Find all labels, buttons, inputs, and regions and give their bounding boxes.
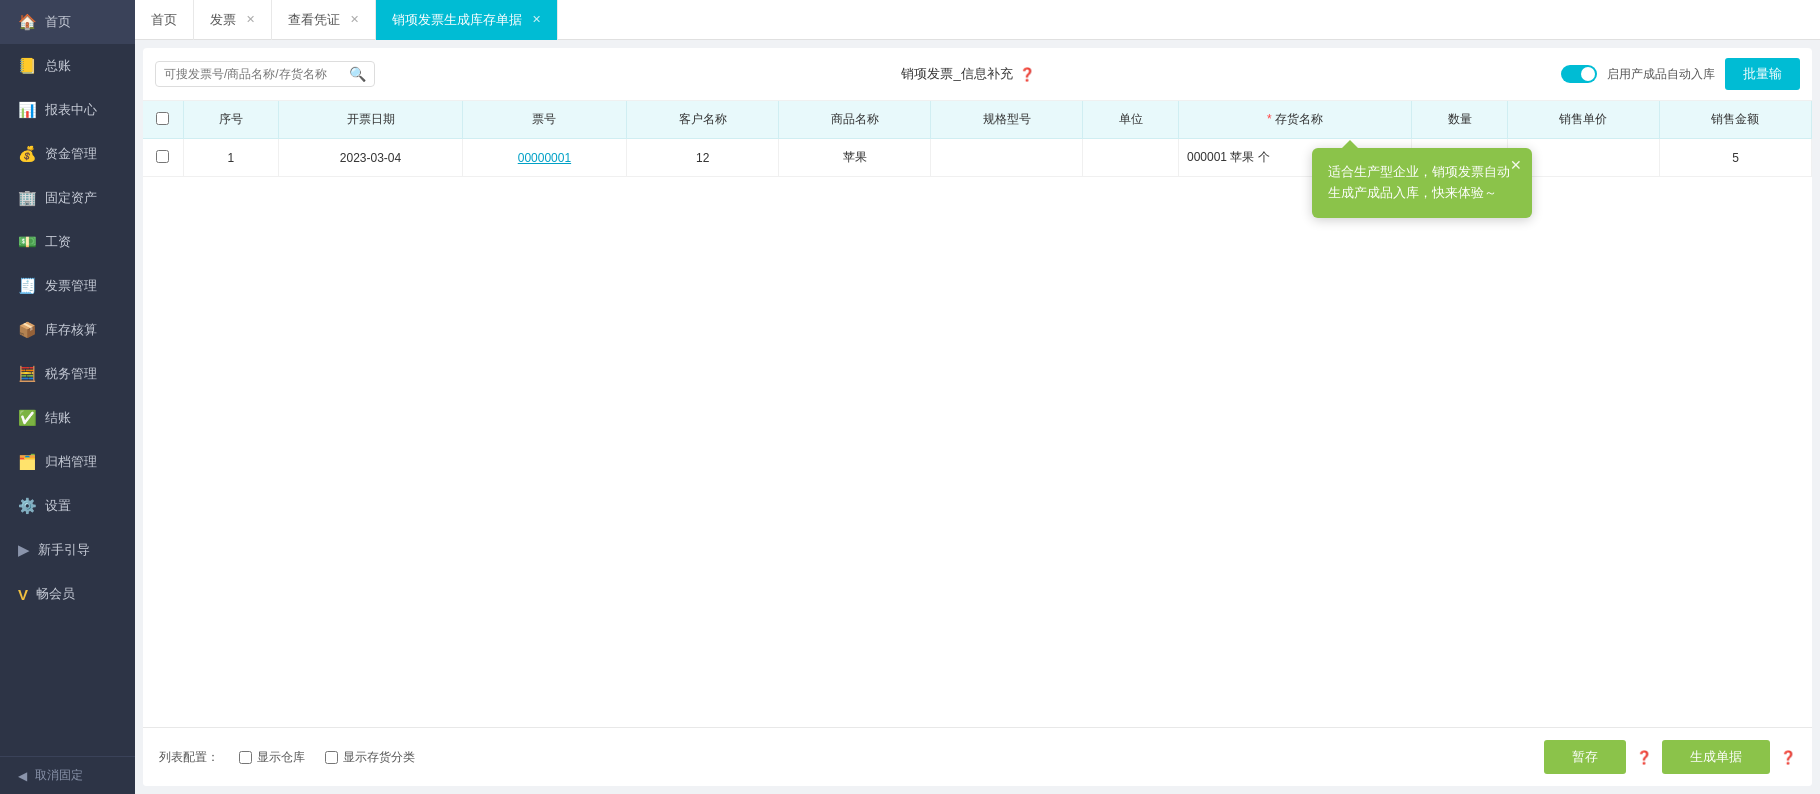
member-icon: V xyxy=(18,586,28,603)
guide-icon: ▶ xyxy=(18,541,30,559)
batch-button[interactable]: 批量输 xyxy=(1725,58,1800,90)
row-ticket-no[interactable]: 00000001 xyxy=(462,139,627,177)
info-label: 销项发票_信息补充 xyxy=(901,65,1012,83)
sidebar-item-tax[interactable]: 🧮 税务管理 xyxy=(0,352,135,396)
show-warehouse-label[interactable]: 显示仓库 xyxy=(239,749,305,766)
sidebar: 🏠 首页 📒 总账 📊 报表中心 💰 资金管理 🏢 固定资产 💵 工资 🧾 发票… xyxy=(0,0,135,794)
row-product: 苹果 xyxy=(779,139,931,177)
sidebar-item-assets[interactable]: 🏢 固定资产 xyxy=(0,176,135,220)
sidebar-item-invoice[interactable]: 🧾 发票管理 xyxy=(0,264,135,308)
ledger-icon: 📒 xyxy=(18,57,37,75)
header-date: 开票日期 xyxy=(279,101,462,139)
sidebar-item-reports[interactable]: 📊 报表中心 xyxy=(0,88,135,132)
assets-icon: 🏢 xyxy=(18,189,37,207)
show-category-checkbox[interactable] xyxy=(325,751,338,764)
main-area: 首页 发票 ✕ 查看凭证 ✕ 销项发票生成库存单据 ✕ 🔍 销项发票_信息补充 … xyxy=(135,0,1820,794)
header-unit-price: 销售单价 xyxy=(1507,101,1659,139)
row-seq: 1 xyxy=(183,139,279,177)
auto-warehouse-toggle[interactable] xyxy=(1561,65,1597,83)
close-account-icon: ✅ xyxy=(18,409,37,427)
tab-home[interactable]: 首页 xyxy=(135,0,194,40)
sidebar-pin-button[interactable]: ◀ 取消固定 xyxy=(0,756,135,794)
tax-icon: 🧮 xyxy=(18,365,37,383)
toolbar-right: 启用产成品自动入库 批量输 xyxy=(1561,58,1800,90)
settings-icon: ⚙️ xyxy=(18,497,37,515)
search-icon: 🔍 xyxy=(349,66,366,82)
invoice-icon: 🧾 xyxy=(18,277,37,295)
header-product: 商品名称 xyxy=(779,101,931,139)
tooltip-bubble: ✕ 适合生产型企业，销项发票自动生成产成品入库，快来体验～ xyxy=(1312,148,1532,218)
sidebar-item-inventory[interactable]: 📦 库存核算 xyxy=(0,308,135,352)
info-icon[interactable]: ❓ xyxy=(1019,67,1035,82)
salary-icon: 💵 xyxy=(18,233,37,251)
show-warehouse-checkbox[interactable] xyxy=(239,751,252,764)
save-info-icon[interactable]: ❓ xyxy=(1636,750,1652,765)
header-spec: 规格型号 xyxy=(931,101,1083,139)
row-checkbox[interactable] xyxy=(156,150,169,163)
search-box[interactable]: 🔍 xyxy=(155,61,375,87)
sidebar-item-funds[interactable]: 💰 资金管理 xyxy=(0,132,135,176)
header-ticket-no: 票号 xyxy=(462,101,627,139)
table-header-row: 序号 开票日期 票号 客户名称 商品名称 规格型号 单位 * 存货名称 数量 销… xyxy=(143,101,1812,139)
reports-icon: 📊 xyxy=(18,101,37,119)
header-unit: 单位 xyxy=(1083,101,1179,139)
search-input[interactable] xyxy=(164,67,343,81)
header-customer: 客户名称 xyxy=(627,101,779,139)
header-quantity: 数量 xyxy=(1412,101,1508,139)
select-all-checkbox[interactable] xyxy=(156,112,169,125)
row-amount: 5 xyxy=(1659,139,1811,177)
data-table: 序号 开票日期 票号 客户名称 商品名称 规格型号 单位 * 存货名称 数量 销… xyxy=(143,101,1812,177)
home-icon: 🏠 xyxy=(18,13,37,31)
row-unit xyxy=(1083,139,1179,177)
sidebar-item-archive[interactable]: 🗂️ 归档管理 xyxy=(0,440,135,484)
toolbar-center: 销项发票_信息补充 ❓ xyxy=(387,65,1549,83)
tab-voucher-close[interactable]: ✕ xyxy=(350,13,359,26)
archive-icon: 🗂️ xyxy=(18,453,37,471)
header-amount: 销售金额 xyxy=(1659,101,1811,139)
list-config-label: 列表配置： xyxy=(159,749,219,766)
sidebar-item-member[interactable]: V 畅会员 xyxy=(0,572,135,616)
sidebar-item-guide[interactable]: ▶ 新手引导 xyxy=(0,528,135,572)
funds-icon: 💰 xyxy=(18,145,37,163)
pin-icon: ◀ xyxy=(18,769,27,783)
inventory-icon: 📦 xyxy=(18,321,37,339)
show-category-label[interactable]: 显示存货分类 xyxy=(325,749,415,766)
content-area: 🔍 销项发票_信息补充 ❓ 启用产成品自动入库 批量输 xyxy=(143,48,1812,786)
header-checkbox-col xyxy=(143,101,183,139)
header-inventory: * 存货名称 xyxy=(1178,101,1411,139)
header-seq: 序号 xyxy=(183,101,279,139)
sidebar-item-close-account[interactable]: ✅ 结账 xyxy=(0,396,135,440)
tab-generate-inventory-close[interactable]: ✕ xyxy=(532,13,541,26)
toggle-label: 启用产成品自动入库 xyxy=(1607,66,1715,83)
sidebar-item-settings[interactable]: ⚙️ 设置 xyxy=(0,484,135,528)
sidebar-item-salary[interactable]: 💵 工资 xyxy=(0,220,135,264)
table-wrap: 序号 开票日期 票号 客户名称 商品名称 规格型号 单位 * 存货名称 数量 销… xyxy=(143,101,1812,727)
toolbar: 🔍 销项发票_信息补充 ❓ 启用产成品自动入库 批量输 xyxy=(143,48,1812,101)
row-date: 2023-03-04 xyxy=(279,139,462,177)
row-customer: 12 xyxy=(627,139,779,177)
generate-info-icon[interactable]: ❓ xyxy=(1780,750,1796,765)
tab-bar: 首页 发票 ✕ 查看凭证 ✕ 销项发票生成库存单据 ✕ xyxy=(135,0,1820,40)
generate-button[interactable]: 生成单据 xyxy=(1662,740,1770,774)
tab-voucher[interactable]: 查看凭证 ✕ xyxy=(272,0,376,40)
table-row: 1 2023-03-04 00000001 12 苹果 000001 苹果 个 … xyxy=(143,139,1812,177)
bottom-actions: 暂存 ❓ 生成单据 ❓ xyxy=(1544,740,1796,774)
sidebar-item-home[interactable]: 🏠 首页 xyxy=(0,0,135,44)
tab-generate-inventory[interactable]: 销项发票生成库存单据 ✕ xyxy=(376,0,558,40)
tooltip-close-button[interactable]: ✕ xyxy=(1510,154,1522,176)
tab-invoice[interactable]: 发票 ✕ xyxy=(194,0,272,40)
bottom-bar: 列表配置： 显示仓库 显示存货分类 暂存 ❓ 生成单据 ❓ xyxy=(143,727,1812,786)
tab-invoice-close[interactable]: ✕ xyxy=(246,13,255,26)
save-button[interactable]: 暂存 xyxy=(1544,740,1626,774)
row-spec xyxy=(931,139,1083,177)
sidebar-item-ledger[interactable]: 📒 总账 xyxy=(0,44,135,88)
row-checkbox-col xyxy=(143,139,183,177)
